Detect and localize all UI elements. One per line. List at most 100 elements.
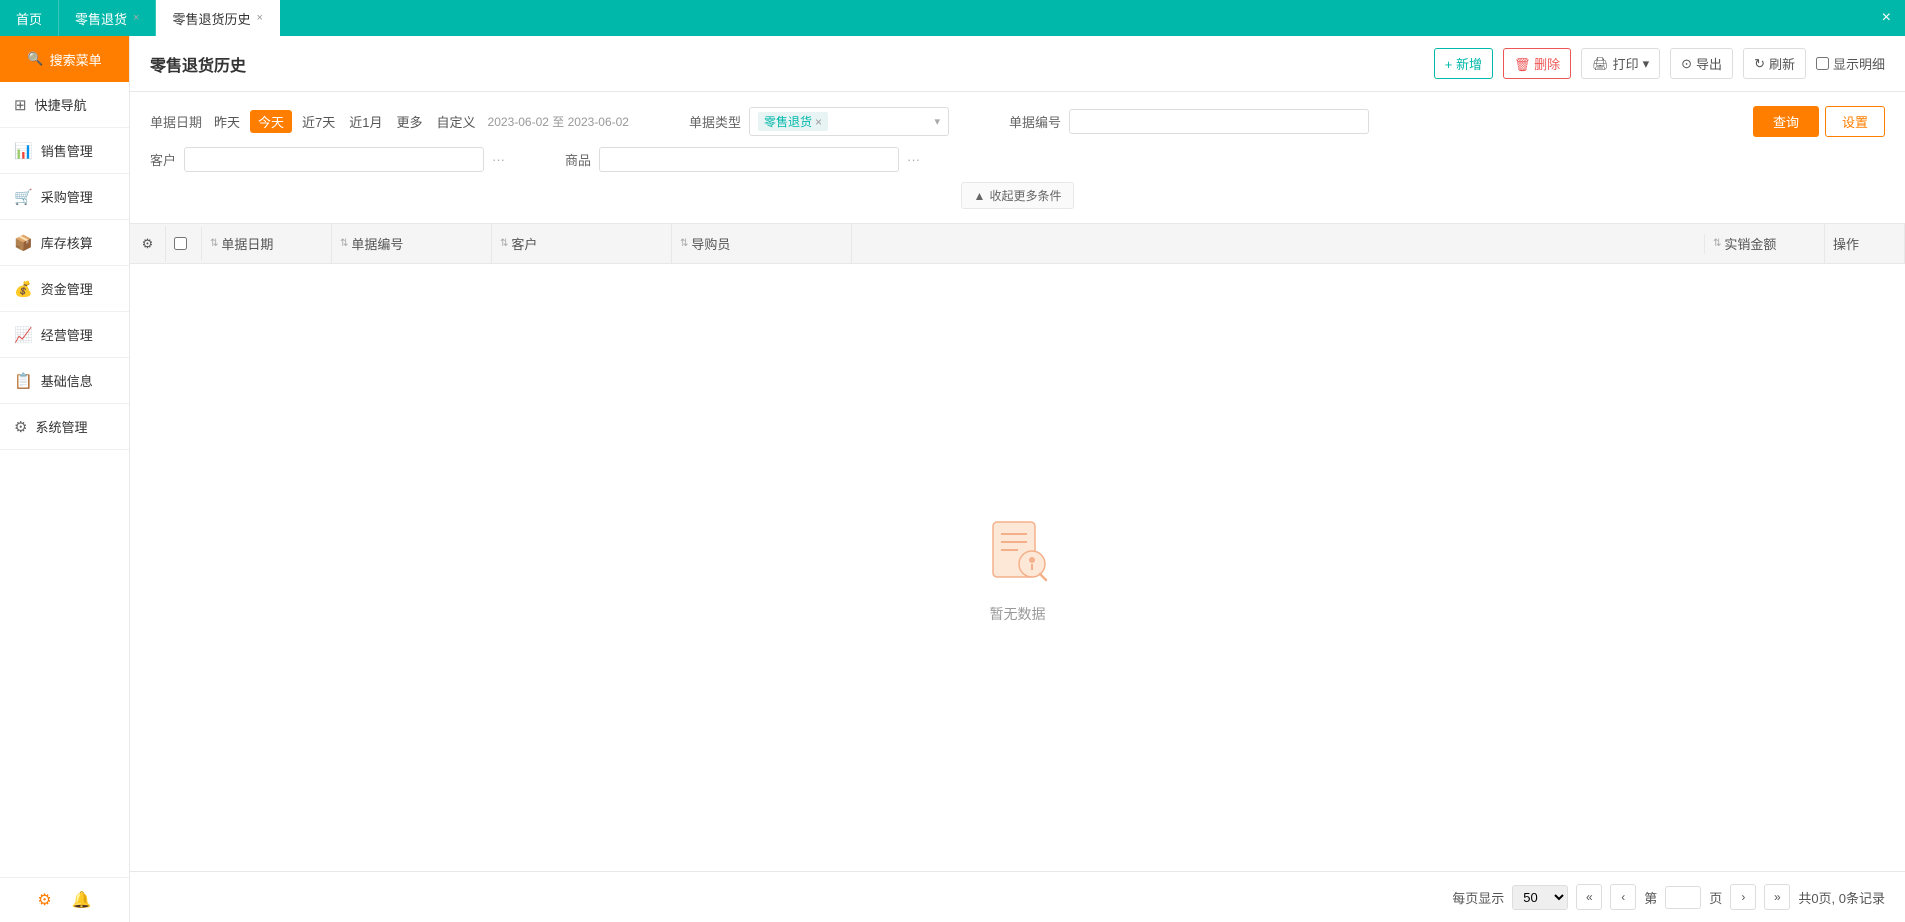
voucher-type-tag: 零售退货 ×	[758, 112, 828, 131]
amount-sort-icon: ⇅	[1713, 238, 1721, 249]
purchase-icon: 🛒	[14, 188, 33, 206]
date-sort-icon: ⇅	[210, 238, 218, 249]
date-filter-options: 昨天 今天 近7天 近1月 更多 自定义	[210, 110, 480, 133]
query-button[interactable]: 查询	[1753, 106, 1819, 137]
date-range-display: 2023-06-02 至 2023-06-02	[488, 113, 629, 130]
last-page-button[interactable]: »	[1764, 884, 1790, 910]
sidebar-item-purchase-label: 采购管理	[41, 187, 93, 206]
goods-input[interactable]	[599, 147, 899, 172]
page-number-input[interactable]: 1	[1665, 886, 1701, 909]
collapse-button[interactable]: ▲ 收起更多条件	[961, 182, 1075, 209]
date-option-yesterday[interactable]: 昨天	[210, 110, 244, 133]
voucher-type-filter-group: 单据类型 零售退货 × ▾	[689, 107, 949, 136]
tab-retail-return-close[interactable]: ×	[133, 12, 139, 24]
settings-footer-icon[interactable]: ⚙	[37, 890, 51, 910]
first-page-button[interactable]: «	[1576, 884, 1602, 910]
tab-retail-return[interactable]: 零售退货 ×	[59, 0, 156, 36]
print-icon: 🖨	[1592, 56, 1609, 72]
tab-home[interactable]: 首页	[0, 0, 59, 36]
window-close-button[interactable]: ×	[1868, 0, 1905, 36]
sidebar-item-operations[interactable]: 📈 经营管理	[0, 312, 129, 358]
customer-ellipsis-icon[interactable]: ···	[492, 152, 505, 167]
number-sort-icon: ⇅	[340, 238, 348, 249]
collapse-up-icon: ▲	[974, 189, 986, 203]
voucher-type-label: 单据类型	[689, 112, 741, 131]
th-amount-label: 实销金额	[1724, 234, 1776, 253]
sidebar-search[interactable]: 🔍 搜索菜单	[0, 36, 129, 82]
new-button[interactable]: + 新增	[1434, 48, 1493, 79]
goods-label: 商品	[565, 150, 591, 169]
sidebar-search-label: 搜索菜单	[50, 50, 102, 69]
customer-input[interactable]	[184, 147, 484, 172]
sidebar-item-base-info[interactable]: 📋 基础信息	[0, 358, 129, 404]
sidebar-item-inventory-label: 库存核算	[41, 233, 93, 252]
sidebar-item-quick-nav[interactable]: ⊞ 快捷导航	[0, 82, 129, 128]
th-number[interactable]: ⇅ 单据编号	[332, 224, 492, 263]
print-button[interactable]: 🖨 打印 ▾	[1581, 48, 1660, 79]
th-date[interactable]: ⇅ 单据日期	[202, 224, 332, 263]
sidebar-item-sales[interactable]: 📊 销售管理	[0, 128, 129, 174]
sidebar-item-system[interactable]: ⚙ 系统管理	[0, 404, 129, 450]
filter-settings-button[interactable]: 设置	[1825, 106, 1885, 137]
table-header: ⚙ ⇅ 单据日期 ⇅ 单据编号 ⇅ 客户 ⇅	[130, 224, 1905, 264]
next-page-button[interactable]: ›	[1730, 884, 1756, 910]
th-spacer	[852, 234, 1705, 254]
sound-footer-icon[interactable]: 🔔	[72, 890, 92, 910]
tab-retail-return-label: 零售退货	[75, 9, 127, 28]
system-icon: ⚙	[14, 418, 27, 436]
voucher-number-input[interactable]	[1069, 109, 1369, 134]
goods-ellipsis-icon[interactable]: ···	[907, 152, 920, 167]
date-option-last1month[interactable]: 近1月	[345, 110, 386, 133]
voucher-type-select[interactable]: 零售退货 × ▾	[749, 107, 949, 136]
th-action-label: 操作	[1833, 234, 1859, 253]
table-container: ⚙ ⇅ 单据日期 ⇅ 单据编号 ⇅ 客户 ⇅	[130, 224, 1905, 922]
filter-area: 单据日期 昨天 今天 近7天 近1月 更多 自定义 2023-06-02 至 2…	[130, 92, 1905, 224]
th-customer[interactable]: ⇅ 客户	[492, 224, 672, 263]
sidebar-item-finance[interactable]: 💰 资金管理	[0, 266, 129, 312]
per-page-select[interactable]: 50 20 100	[1512, 885, 1568, 910]
th-gear[interactable]: ⚙	[130, 226, 166, 262]
sidebar-footer: ⚙ 🔔	[0, 877, 129, 922]
select-all-checkbox[interactable]	[174, 237, 187, 250]
content-area: 零售退货历史 + 新增 🗑 删除 🖨 打印 ▾ ⊙ 导出 ↻ 刷新	[130, 36, 1905, 922]
empty-state-icon	[978, 512, 1058, 592]
tab-retail-return-history-close[interactable]: ×	[256, 12, 262, 24]
voucher-type-arrow-icon: ▾	[934, 115, 940, 128]
page-suffix: 页	[1709, 888, 1722, 907]
refresh-button[interactable]: ↻ 刷新	[1743, 48, 1806, 79]
print-arrow-icon: ▾	[1643, 56, 1650, 72]
date-option-last7[interactable]: 近7天	[298, 110, 339, 133]
filter-row-2: 客户 ··· 商品 ···	[150, 147, 1885, 172]
filter-action-buttons: 查询 设置	[1753, 106, 1885, 137]
date-option-today[interactable]: 今天	[250, 110, 292, 133]
pagination-summary: 共0页, 0条记录	[1798, 888, 1885, 907]
refresh-icon: ↻	[1754, 56, 1765, 72]
voucher-type-tag-remove[interactable]: ×	[815, 115, 822, 129]
voucher-number-filter-group: 单据编号	[1009, 109, 1369, 134]
th-customer-label: 客户	[511, 234, 537, 253]
prev-page-button[interactable]: ‹	[1610, 884, 1636, 910]
sidebar-item-inventory[interactable]: 📦 库存核算	[0, 220, 129, 266]
show-details-checkbox[interactable]: 显示明细	[1816, 54, 1885, 73]
delete-button[interactable]: 🗑 删除	[1503, 48, 1571, 79]
date-option-more[interactable]: 更多	[393, 110, 427, 133]
page-label: 第	[1644, 888, 1657, 907]
page-header: 零售退货历史 + 新增 🗑 删除 🖨 打印 ▾ ⊙ 导出 ↻ 刷新	[130, 36, 1905, 92]
th-guide-label: 导购员	[691, 234, 730, 253]
th-guide[interactable]: ⇅ 导购员	[672, 224, 852, 263]
sidebar-item-base-info-label: 基础信息	[41, 371, 93, 390]
show-details-input[interactable]	[1816, 57, 1829, 70]
sidebar-item-sales-label: 销售管理	[41, 141, 93, 160]
export-button[interactable]: ⊙ 导出	[1670, 48, 1733, 79]
empty-state-text: 暂无数据	[990, 604, 1046, 624]
th-number-label: 单据编号	[351, 234, 403, 253]
th-amount[interactable]: ⇅ 实销金额	[1705, 224, 1825, 263]
sidebar-item-system-label: 系统管理	[35, 417, 87, 436]
toolbar: + 新增 🗑 删除 🖨 打印 ▾ ⊙ 导出 ↻ 刷新 显示明细	[1434, 48, 1885, 79]
th-checkbox[interactable]	[166, 227, 202, 260]
inventory-icon: 📦	[14, 234, 33, 252]
date-option-custom[interactable]: 自定义	[433, 110, 480, 133]
th-action: 操作	[1825, 224, 1905, 263]
tab-retail-return-history[interactable]: 零售退货历史 ×	[156, 0, 279, 36]
sidebar-item-purchase[interactable]: 🛒 采购管理	[0, 174, 129, 220]
